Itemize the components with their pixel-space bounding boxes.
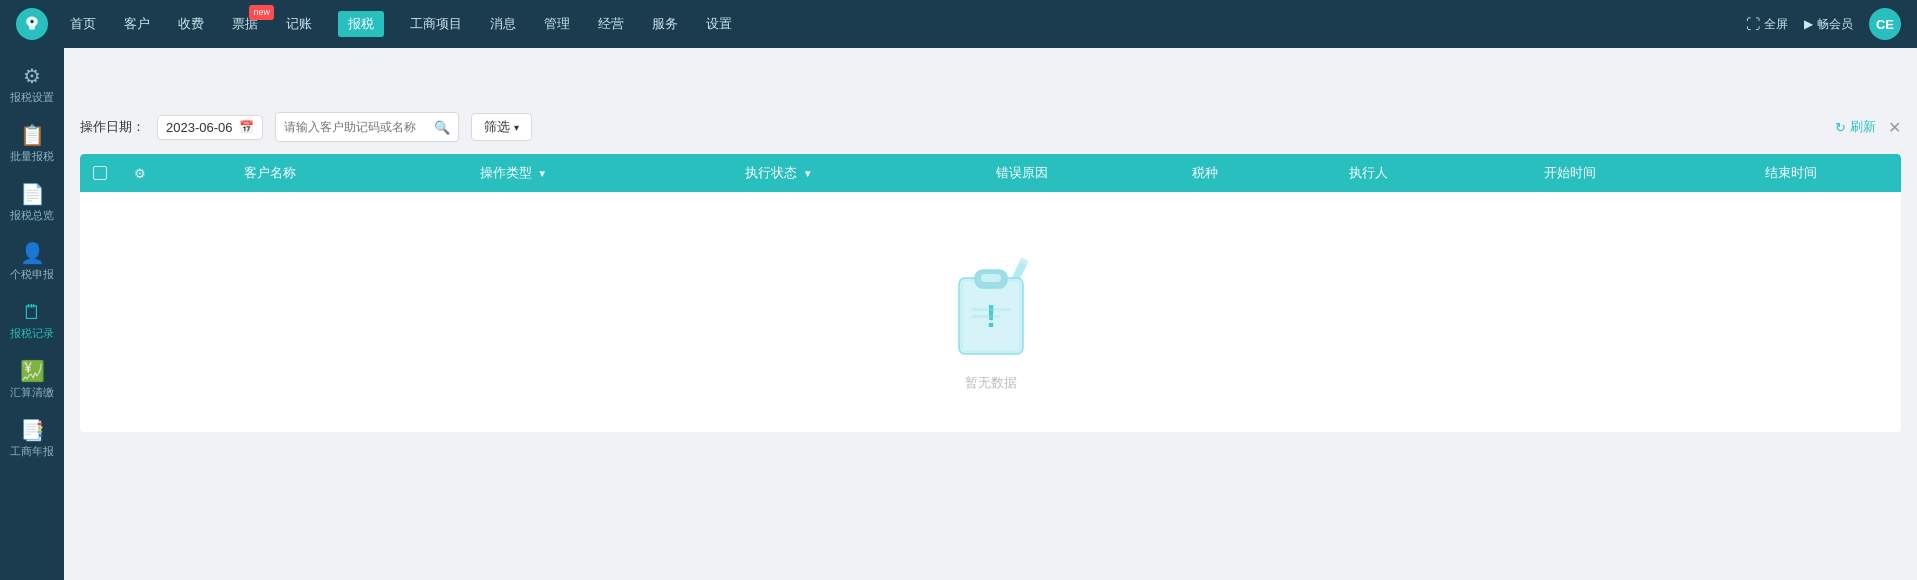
customer-name-label: 客户名称	[244, 165, 296, 180]
nav-service[interactable]: 服务	[650, 11, 680, 37]
avatar[interactable]: CE	[1869, 8, 1901, 40]
annual-report-icon: 📑	[20, 420, 45, 440]
sidebar: ⚙ 报税设置 📋 批量报税 📄 报税总览 👤 个税申报 🗒 报税记录 💹 汇算清…	[0, 48, 64, 580]
empty-icon: !	[941, 252, 1041, 362]
customer-name-header: 客户名称	[160, 154, 381, 192]
nav-tax[interactable]: 报税	[338, 11, 384, 37]
nav-bookkeeping[interactable]: 记账	[284, 11, 314, 37]
checkbox-column-header[interactable]	[80, 154, 120, 192]
start-time-label: 开始时间	[1544, 165, 1596, 180]
nav-invoice[interactable]: 票据 new	[230, 11, 260, 37]
fullscreen-label: 全屏	[1764, 16, 1788, 33]
sidebar-item-label: 批量报税	[10, 149, 54, 164]
sidebar-item-label: 报税总览	[10, 208, 54, 223]
sidebar-item-personal-tax[interactable]: 👤 个税申报	[0, 233, 64, 292]
vip-icon: ▶	[1804, 17, 1813, 31]
sidebar-item-annual-report[interactable]: 📑 工商年报	[0, 410, 64, 469]
nav-business[interactable]: 工商项目	[408, 11, 464, 37]
settlement-icon: 💹	[20, 361, 45, 381]
search-box[interactable]: 🔍	[275, 112, 459, 142]
filter-button[interactable]: 筛选 ▾	[471, 113, 532, 141]
main-content: 操作日期： 2023-06-06 📅 🔍 筛选 ▾ ↻ 刷新 ✕	[64, 48, 1917, 580]
refresh-button[interactable]: ↻ 刷新	[1835, 118, 1876, 136]
exec-status-header[interactable]: 执行状态 ▼	[646, 154, 912, 192]
tax-settings-icon: ⚙	[23, 66, 41, 86]
nav-operation[interactable]: 经营	[596, 11, 626, 37]
chevron-down-icon: ▾	[514, 122, 519, 133]
nav-home[interactable]: 首页	[68, 11, 98, 37]
calendar-icon: 📅	[239, 120, 254, 134]
search-icon: 🔍	[434, 120, 450, 135]
operation-type-header[interactable]: 操作类型 ▼	[381, 154, 647, 192]
sidebar-item-tax-settings[interactable]: ⚙ 报税设置	[0, 56, 64, 115]
operation-type-label: 操作类型	[480, 165, 532, 180]
vip-button[interactable]: ▶ 畅会员	[1804, 16, 1853, 33]
sidebar-item-label: 个税申报	[10, 267, 54, 282]
table-body: ! 暂无数据	[80, 192, 1901, 432]
vip-label: 畅会员	[1817, 16, 1853, 33]
table-header: ⚙ 客户名称 操作类型 ▼ 执行状态 ▼	[80, 154, 1901, 192]
sidebar-item-batch-tax[interactable]: 📋 批量报税	[0, 115, 64, 174]
refresh-icon: ↻	[1835, 120, 1846, 135]
select-all-checkbox[interactable]	[93, 166, 107, 180]
filter-label: 筛选	[484, 118, 510, 136]
empty-state: ! 暂无数据	[80, 192, 1901, 432]
end-time-header: 结束时间	[1680, 154, 1901, 192]
sidebar-item-label: 报税设置	[10, 90, 54, 105]
top-navigation: 首页 客户 收费 票据 new 记账 报税 工商项目 消息 管理 经营 服务 设…	[0, 0, 1917, 48]
svg-rect-7	[981, 274, 1001, 282]
close-button[interactable]: ✕	[1888, 118, 1901, 137]
toolbar: 操作日期： 2023-06-06 📅 🔍 筛选 ▾ ↻ 刷新 ✕	[80, 112, 1901, 142]
tax-type-label: 税种	[1192, 165, 1218, 180]
sidebar-item-tax-overview[interactable]: 📄 报税总览	[0, 174, 64, 233]
error-reason-label: 错误原因	[996, 165, 1048, 180]
batch-tax-icon: 📋	[20, 125, 45, 145]
personal-tax-icon: 👤	[20, 243, 45, 263]
tax-type-header: 税种	[1132, 154, 1277, 192]
nav-fees[interactable]: 收费	[176, 11, 206, 37]
sidebar-item-label: 汇算清缴	[10, 385, 54, 400]
content-area: 操作日期： 2023-06-06 📅 🔍 筛选 ▾ ↻ 刷新 ✕	[64, 96, 1917, 448]
table-wrapper: ⚙ 客户名称 操作类型 ▼ 执行状态 ▼	[80, 154, 1901, 432]
executor-header: 执行人	[1277, 154, 1460, 192]
nav-customer[interactable]: 客户	[122, 11, 152, 37]
sidebar-item-tax-records[interactable]: 🗒 报税记录	[0, 292, 64, 351]
toolbar-right: ↻ 刷新 ✕	[1835, 118, 1901, 137]
sidebar-item-settlement[interactable]: 💹 汇算清缴	[0, 351, 64, 410]
tax-records-icon: 🗒	[22, 302, 42, 322]
data-table: ⚙ 客户名称 操作类型 ▼ 执行状态 ▼	[80, 154, 1901, 432]
nav-menu: 首页 客户 收费 票据 new 记账 报税 工商项目 消息 管理 经营 服务 设…	[68, 11, 1746, 37]
exec-status-label: 执行状态	[745, 165, 797, 180]
nav-settings[interactable]: 设置	[704, 11, 734, 37]
nav-right-area: ⛶ 全屏 ▶ 畅会员 CE	[1746, 8, 1901, 40]
date-value: 2023-06-06	[166, 120, 233, 135]
exec-status-filter-icon: ▼	[803, 168, 813, 179]
sidebar-item-label: 工商年报	[10, 444, 54, 459]
sidebar-item-label: 报税记录	[10, 326, 54, 341]
start-time-header: 开始时间	[1460, 154, 1681, 192]
date-picker[interactable]: 2023-06-06 📅	[157, 115, 263, 140]
settings-column-header: ⚙	[120, 154, 160, 192]
nav-manage[interactable]: 管理	[542, 11, 572, 37]
error-reason-header: 错误原因	[912, 154, 1133, 192]
nav-message[interactable]: 消息	[488, 11, 518, 37]
svg-rect-9	[971, 308, 1011, 311]
end-time-label: 结束时间	[1765, 165, 1817, 180]
executor-label: 执行人	[1349, 165, 1388, 180]
date-label: 操作日期：	[80, 118, 145, 136]
new-badge: new	[249, 5, 274, 20]
app-logo[interactable]	[16, 8, 48, 40]
search-input[interactable]	[284, 120, 434, 134]
empty-text: 暂无数据	[965, 374, 1017, 392]
fullscreen-button[interactable]: ⛶ 全屏	[1746, 16, 1788, 33]
refresh-label: 刷新	[1850, 118, 1876, 136]
svg-point-0	[30, 20, 33, 23]
fullscreen-icon: ⛶	[1746, 16, 1760, 32]
empty-illustration: !	[941, 252, 1041, 362]
operation-type-filter-icon: ▼	[537, 168, 547, 179]
svg-rect-10	[971, 315, 1001, 318]
settings-icon[interactable]: ⚙	[134, 166, 146, 181]
tax-overview-icon: 📄	[20, 184, 45, 204]
